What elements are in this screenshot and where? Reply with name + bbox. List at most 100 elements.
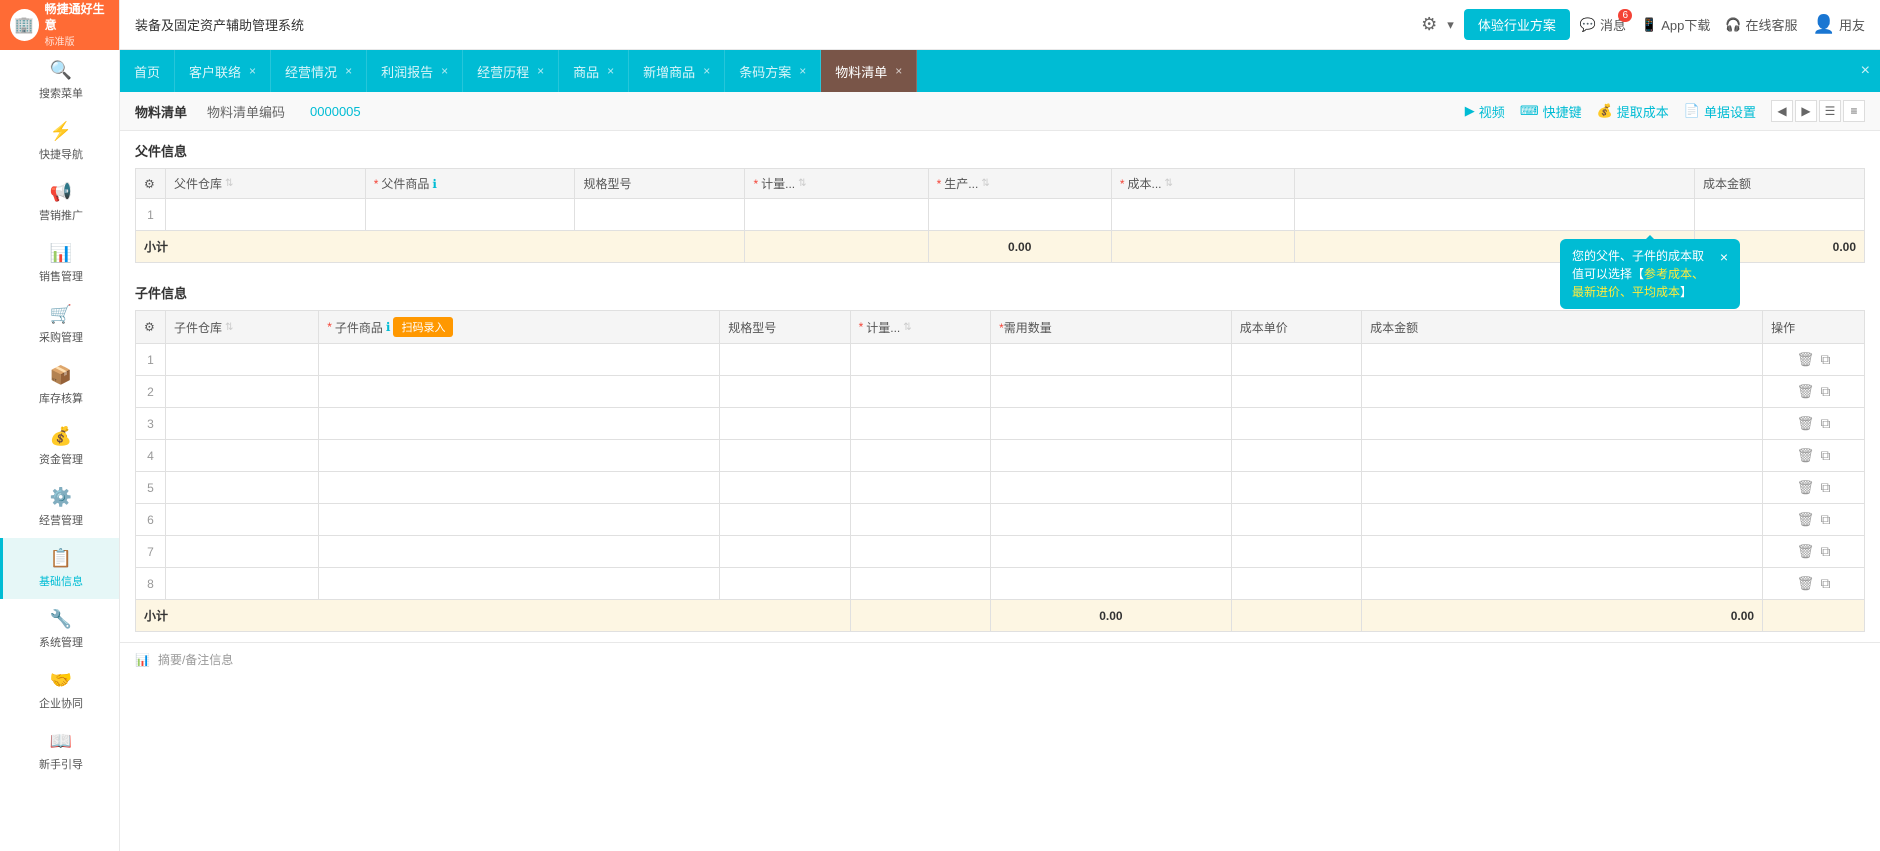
copy-icon-3[interactable]: ⧉ xyxy=(1820,415,1830,432)
sidebar-item-basic[interactable]: 📋 基础信息 xyxy=(0,538,119,599)
next-button[interactable]: ▶ xyxy=(1795,100,1817,122)
child-spec-3[interactable] xyxy=(720,408,850,440)
settings-icon[interactable]: ⚙ xyxy=(1421,14,1437,35)
child-warehouse-4[interactable] xyxy=(166,440,319,472)
child-spec-6[interactable] xyxy=(720,504,850,536)
child-qty-6[interactable] xyxy=(991,504,1232,536)
child-spec-8[interactable] xyxy=(720,568,850,600)
breadcrumb-bom[interactable]: 物料清单 xyxy=(135,102,187,121)
grid-view-button[interactable]: ☰ xyxy=(1819,100,1841,122)
delete-icon-5[interactable]: 🗑 xyxy=(1797,479,1815,496)
child-price-6[interactable] xyxy=(1231,504,1361,536)
child-amount-6[interactable] xyxy=(1362,504,1763,536)
child-amount-1[interactable] xyxy=(1362,344,1763,376)
child-price-4[interactable] xyxy=(1231,440,1361,472)
child-product-3[interactable] xyxy=(319,408,720,440)
child-qty-3[interactable] xyxy=(991,408,1232,440)
shortcut-action[interactable]: ⌨ 快捷键 xyxy=(1520,102,1582,121)
copy-icon-2[interactable]: ⧉ xyxy=(1820,383,1830,400)
tab-close-history[interactable]: × xyxy=(537,64,544,78)
scan-button[interactable]: 扫码录入 xyxy=(393,317,453,337)
child-price-3[interactable] xyxy=(1231,408,1361,440)
child-warehouse-7[interactable] xyxy=(166,536,319,568)
prev-button[interactable]: ◀ xyxy=(1771,100,1793,122)
child-price-1[interactable] xyxy=(1231,344,1361,376)
child-unit-8[interactable] xyxy=(850,568,991,600)
child-spec-4[interactable] xyxy=(720,440,850,472)
tab-home[interactable]: 首页 xyxy=(120,50,175,92)
sort-child-icon[interactable]: ⇅ xyxy=(225,322,233,333)
copy-icon-6[interactable]: ⧉ xyxy=(1820,511,1830,528)
child-warehouse-5[interactable] xyxy=(166,472,319,504)
copy-icon-5[interactable]: ⧉ xyxy=(1820,479,1830,496)
child-spec-5[interactable] xyxy=(720,472,850,504)
child-warehouse-3[interactable] xyxy=(166,408,319,440)
copy-icon-1[interactable]: ⧉ xyxy=(1820,351,1830,368)
sidebar-item-marketing[interactable]: 📢 营销推广 xyxy=(0,172,119,233)
child-amount-4[interactable] xyxy=(1362,440,1763,472)
child-spec-2[interactable] xyxy=(720,376,850,408)
child-col-settings[interactable]: ⚙ xyxy=(136,311,166,344)
tooltip-close-button[interactable]: × xyxy=(1720,247,1728,268)
tab-close-customer[interactable]: × xyxy=(249,64,256,78)
copy-icon-7[interactable]: ⧉ xyxy=(1820,543,1830,560)
sidebar-item-system[interactable]: 🔧 系统管理 xyxy=(0,599,119,660)
child-unit-1[interactable] xyxy=(850,344,991,376)
tab-history[interactable]: 经营历程 × xyxy=(463,50,559,92)
child-spec-7[interactable] xyxy=(720,536,850,568)
child-amount-8[interactable] xyxy=(1362,568,1763,600)
sort-icon3[interactable]: ⇅ xyxy=(981,178,989,189)
delete-icon-3[interactable]: 🗑 xyxy=(1797,415,1815,432)
parent-amount-1[interactable] xyxy=(1695,199,1865,231)
child-amount-7[interactable] xyxy=(1362,536,1763,568)
user-action[interactable]: 👤 用友 xyxy=(1813,14,1865,35)
child-spec-1[interactable] xyxy=(720,344,850,376)
child-qty-8[interactable] xyxy=(991,568,1232,600)
copy-icon-4[interactable]: ⧉ xyxy=(1820,447,1830,464)
parent-col-settings[interactable]: ⚙ xyxy=(136,169,166,199)
tab-close-newgoods[interactable]: × xyxy=(703,64,710,78)
tab-operations[interactable]: 经营情况 × xyxy=(271,50,367,92)
child-price-7[interactable] xyxy=(1231,536,1361,568)
sidebar-item-finance[interactable]: 💰 资金管理 xyxy=(0,416,119,477)
tab-newgoods[interactable]: 新增商品 × xyxy=(629,50,725,92)
tab-close-operations[interactable]: × xyxy=(345,64,352,78)
child-warehouse-8[interactable] xyxy=(166,568,319,600)
message-action[interactable]: 💬 消息 6 xyxy=(1580,15,1626,34)
child-info-icon[interactable]: ℹ xyxy=(386,320,391,334)
video-action[interactable]: ▶ 视频 xyxy=(1465,102,1505,121)
child-qty-1[interactable] xyxy=(991,344,1232,376)
delete-icon-1[interactable]: 🗑 xyxy=(1797,351,1815,368)
child-product-8[interactable] xyxy=(319,568,720,600)
sidebar-item-operations[interactable]: ⚙️ 经营管理 xyxy=(0,477,119,538)
child-amount-3[interactable] xyxy=(1362,408,1763,440)
delete-icon-7[interactable]: 🗑 xyxy=(1797,543,1815,560)
tab-barcode[interactable]: 条码方案 × xyxy=(725,50,821,92)
trial-button[interactable]: 体验行业方案 xyxy=(1464,9,1570,40)
copy-icon-8[interactable]: ⧉ xyxy=(1820,575,1830,592)
parent-cost-1[interactable] xyxy=(1111,199,1294,231)
tab-close-bom[interactable]: × xyxy=(895,64,902,78)
tab-profit[interactable]: 利润报告 × xyxy=(367,50,463,92)
child-price-8[interactable] xyxy=(1231,568,1361,600)
tab-bom[interactable]: 物料清单 × xyxy=(821,50,917,92)
child-product-6[interactable] xyxy=(319,504,720,536)
dropdown-arrow-icon[interactable]: ▾ xyxy=(1447,17,1454,33)
sort-icon2[interactable]: ⇅ xyxy=(798,178,806,189)
sidebar-item-guide[interactable]: 📖 新手引导 xyxy=(0,721,119,782)
tab-goods[interactable]: 商品 × xyxy=(559,50,629,92)
sort-icon[interactable]: ⇅ xyxy=(225,178,233,189)
parent-production-1[interactable] xyxy=(928,199,1111,231)
child-warehouse-1[interactable] xyxy=(166,344,319,376)
parent-unit-1[interactable] xyxy=(745,199,928,231)
tab-close-profit[interactable]: × xyxy=(441,64,448,78)
child-amount-5[interactable] xyxy=(1362,472,1763,504)
delete-icon-4[interactable]: 🗑 xyxy=(1797,447,1815,464)
child-warehouse-2[interactable] xyxy=(166,376,319,408)
child-product-2[interactable] xyxy=(319,376,720,408)
delete-icon-8[interactable]: 🗑 xyxy=(1797,575,1815,592)
child-product-4[interactable] xyxy=(319,440,720,472)
child-product-1[interactable] xyxy=(319,344,720,376)
sidebar-item-sales[interactable]: 📊 销售管理 xyxy=(0,233,119,294)
nav-close-all-button[interactable]: × xyxy=(1851,62,1880,80)
